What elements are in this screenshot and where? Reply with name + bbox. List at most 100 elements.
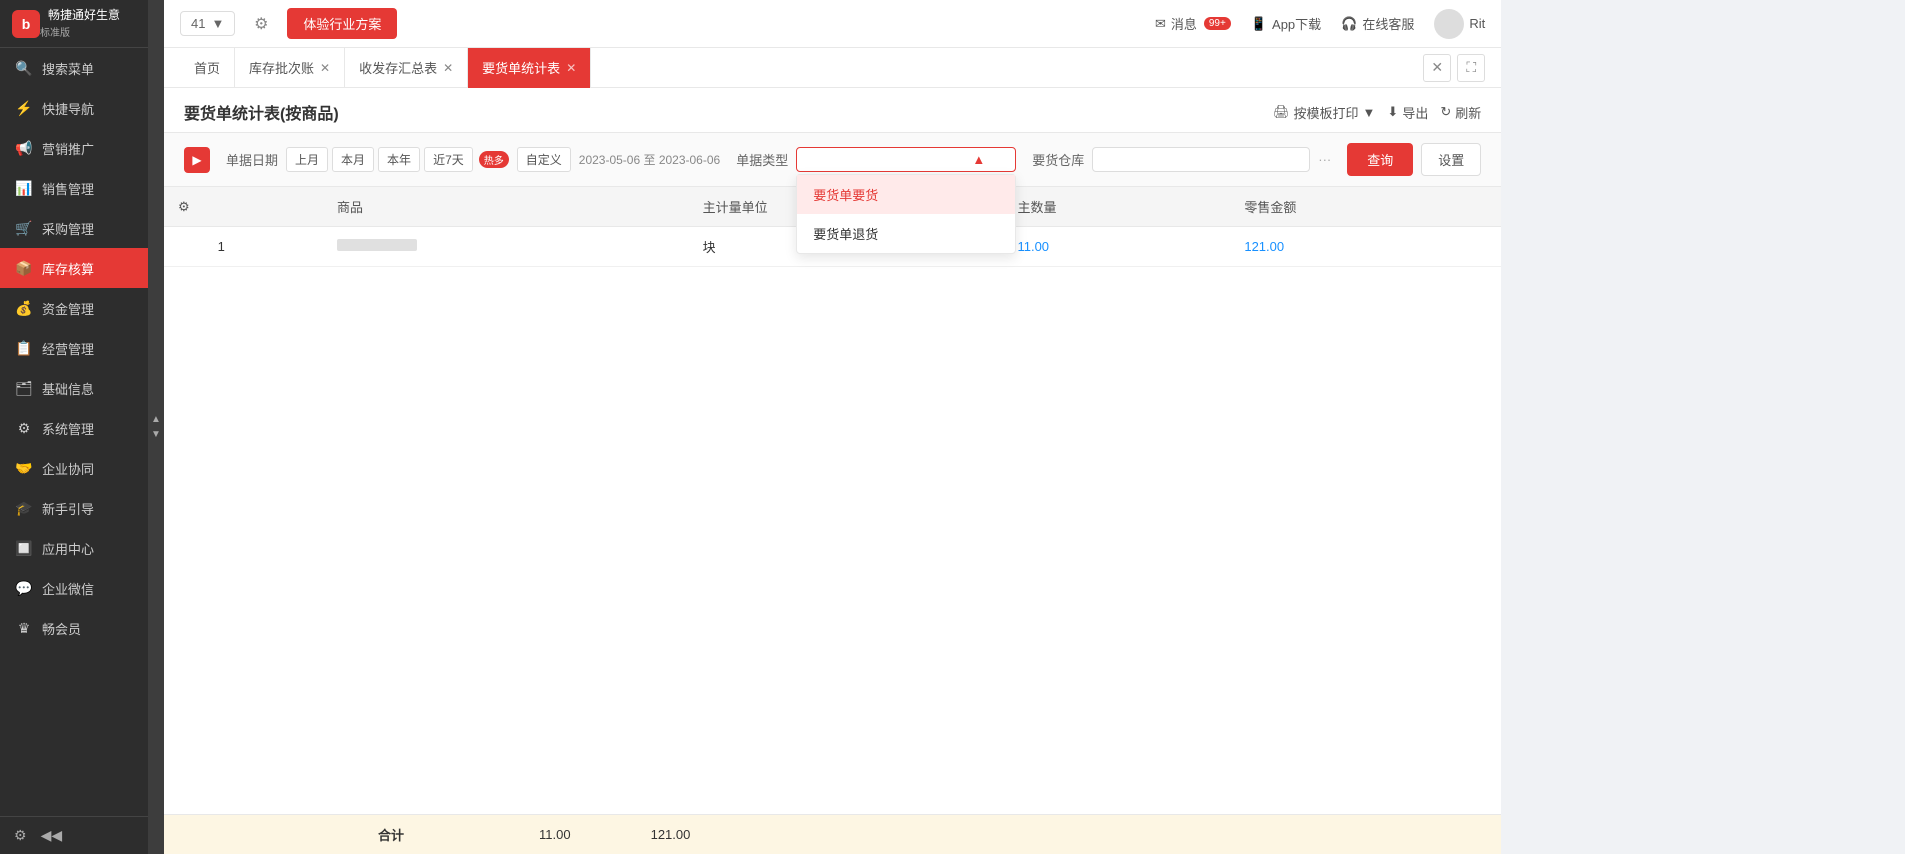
tab-expand-btn[interactable]: ⛶	[1457, 54, 1485, 82]
app-download-action[interactable]: 📱 App下载	[1251, 14, 1321, 33]
sidebar-item-vip[interactable]: ♛ 畅会员	[0, 608, 148, 648]
row-goods	[323, 227, 689, 267]
tab-order-stats[interactable]: 要货单统计表 ✕	[468, 48, 591, 88]
message-icon: ✉	[1155, 16, 1166, 32]
dropdown-item-order-return[interactable]: 要货单退货	[797, 214, 1015, 253]
export-btn[interactable]: ⬇ 导出	[1387, 103, 1428, 122]
purchase-icon: 🛒	[14, 218, 34, 238]
sidebar-label-finance: 资金管理	[42, 299, 94, 318]
sidebar-label-guide: 新手引导	[42, 499, 94, 518]
footer-quantity: 11.00	[539, 827, 571, 842]
dropdown-item-order-goods[interactable]: 要货单要货	[797, 175, 1015, 214]
online-service-label: 在线客服	[1362, 14, 1414, 33]
tab-home[interactable]: 首页	[180, 48, 235, 88]
sidebar-item-operations[interactable]: 📋 经营管理	[0, 328, 148, 368]
footer-amount: 121.00	[651, 827, 691, 842]
table-footer: 合计 11.00 121.00	[164, 814, 1501, 854]
sidebar-item-wechat[interactable]: 💬 企业微信	[0, 568, 148, 608]
warehouse-input[interactable]	[1092, 147, 1310, 172]
prev-month-btn[interactable]: 上月	[286, 147, 328, 172]
sidebar: b 畅捷通好生意 标准版 🔍 搜索菜单 ⚡ 快捷导航 📢 营销推广 📊	[0, 0, 148, 854]
hot-badge: 热多	[479, 151, 509, 168]
sidebar-label-marketing: 营销推广	[42, 139, 94, 158]
sales-icon: 📊	[14, 178, 34, 198]
filter-toggle-btn[interactable]: ▶	[184, 147, 210, 173]
custom-date-btn[interactable]: 自定义	[517, 147, 571, 172]
basic-icon: 🗂	[14, 378, 34, 398]
col-settings[interactable]: ⚙	[164, 187, 204, 227]
last7days-btn[interactable]: 近7天	[424, 147, 473, 172]
quick-nav-icon: ⚡	[14, 98, 34, 118]
user-avatar	[1434, 9, 1464, 39]
sidebar-label-inventory: 库存核算	[42, 259, 94, 278]
company-selector[interactable]: 41 ▼	[180, 11, 235, 36]
this-month-btn[interactable]: 本月	[332, 147, 374, 172]
print-icon: 🖨	[1273, 104, 1290, 120]
sidebar-item-purchase[interactable]: 🛒 采购管理	[0, 208, 148, 248]
sidebar-settings-icon[interactable]: ⚙	[14, 827, 27, 844]
sidebar-label-quick-nav: 快捷导航	[42, 99, 94, 118]
sidebar-item-basic[interactable]: 🗂 基础信息	[0, 368, 148, 408]
sidebar-scroll-handle[interactable]: ▲ ▼	[148, 0, 164, 854]
sidebar-item-system[interactable]: ⚙ 系统管理	[0, 408, 148, 448]
sidebar-logo: b 畅捷通好生意 标准版	[0, 0, 148, 48]
row-index: 1	[204, 227, 323, 267]
tab-batch-account[interactable]: 库存批次账 ✕	[235, 48, 345, 88]
sidebar-item-finance[interactable]: 💰 资金管理	[0, 288, 148, 328]
message-badge: 99+	[1204, 17, 1231, 30]
sidebar-item-search[interactable]: 🔍 搜索菜单	[0, 48, 148, 88]
header-settings-icon[interactable]: ⚙	[247, 10, 275, 38]
sidebar-item-sales[interactable]: 📊 销售管理	[0, 168, 148, 208]
sidebar-item-enterprise[interactable]: 🤝 企业协同	[0, 448, 148, 488]
app-download-label: App下载	[1272, 14, 1321, 33]
sidebar-label-wechat: 企业微信	[42, 579, 94, 598]
tab-order-stats-close[interactable]: ✕	[566, 61, 576, 75]
sidebar-label-operations: 经营管理	[42, 339, 94, 358]
vip-icon: ♛	[14, 618, 34, 638]
export-icon: ⬇	[1387, 104, 1398, 120]
sidebar-item-marketing[interactable]: 📢 营销推广	[0, 128, 148, 168]
sidebar-item-app-center[interactable]: 🔲 应用中心	[0, 528, 148, 568]
trial-button[interactable]: 体验行业方案	[287, 8, 397, 39]
sidebar-label-sales: 销售管理	[42, 179, 94, 198]
page-content: 要货单统计表(按商品) 🖨 按模板打印 ▼ ⬇ 导出 ↻ 刷新	[164, 88, 1501, 854]
warehouse-label: 要货仓库	[1032, 150, 1084, 169]
type-dropdown-container: ▲ 要货单要货 要货单退货	[796, 147, 1016, 172]
type-select[interactable]: ▲	[796, 147, 1016, 172]
user-profile[interactable]: Rit	[1434, 9, 1485, 39]
settings-button[interactable]: 设置	[1421, 143, 1481, 176]
online-service-icon: 🎧	[1341, 16, 1357, 32]
tab-close-all-btn[interactable]: ✕	[1423, 54, 1451, 82]
row-quantity[interactable]: 11.00	[1003, 227, 1230, 267]
warehouse-more-icon[interactable]: ···	[1318, 152, 1331, 167]
type-select-chevron-up-icon: ▲	[972, 152, 985, 167]
operations-icon: 📋	[14, 338, 34, 358]
main-content: 41 ▼ ⚙ 体验行业方案 ✉ 消息 99+ 📱 App下载 🎧 在	[164, 0, 1501, 854]
sidebar-collapse-icon[interactable]: ◀◀	[41, 827, 63, 844]
tab-receivables[interactable]: 收发存汇总表 ✕	[345, 48, 468, 88]
sidebar-item-guide[interactable]: 🎓 新手引导	[0, 488, 148, 528]
message-action[interactable]: ✉ 消息 99+	[1155, 14, 1231, 33]
tab-home-label: 首页	[194, 58, 220, 77]
top-header: 41 ▼ ⚙ 体验行业方案 ✉ 消息 99+ 📱 App下载 🎧 在	[164, 0, 1501, 48]
row-amount[interactable]: 121.00	[1230, 227, 1501, 267]
table-wrapper: ⚙ 商品 主计量单位 主数量 零售金额 1	[164, 187, 1501, 814]
date-range-display: 2023-05-06 至 2023-06-06	[579, 151, 720, 168]
this-year-btn[interactable]: 本年	[378, 147, 420, 172]
sidebar-item-quick-nav[interactable]: ⚡ 快捷导航	[0, 88, 148, 128]
print-template-btn[interactable]: 🖨 按模板打印 ▼	[1273, 103, 1375, 122]
refresh-btn[interactable]: ↻ 刷新	[1440, 103, 1481, 122]
header-left: 41 ▼ ⚙ 体验行业方案	[180, 8, 397, 39]
tab-batch-account-close[interactable]: ✕	[320, 61, 330, 75]
message-label: 消息	[1171, 14, 1197, 33]
filter-toggle-icon: ▶	[192, 153, 201, 167]
tab-receivables-close[interactable]: ✕	[443, 61, 453, 75]
online-service-action[interactable]: 🎧 在线客服	[1341, 14, 1414, 33]
filter-buttons: 查询 设置	[1347, 143, 1481, 176]
col-quantity: 主数量	[1003, 187, 1230, 227]
sidebar-item-inventory[interactable]: 📦 库存核算	[0, 248, 148, 288]
sidebar-label-vip: 畅会员	[42, 619, 81, 638]
query-button[interactable]: 查询	[1347, 143, 1413, 176]
type-dropdown: 要货单要货 要货单退货	[796, 174, 1016, 254]
page-title: 要货单统计表(按商品)	[184, 100, 339, 124]
